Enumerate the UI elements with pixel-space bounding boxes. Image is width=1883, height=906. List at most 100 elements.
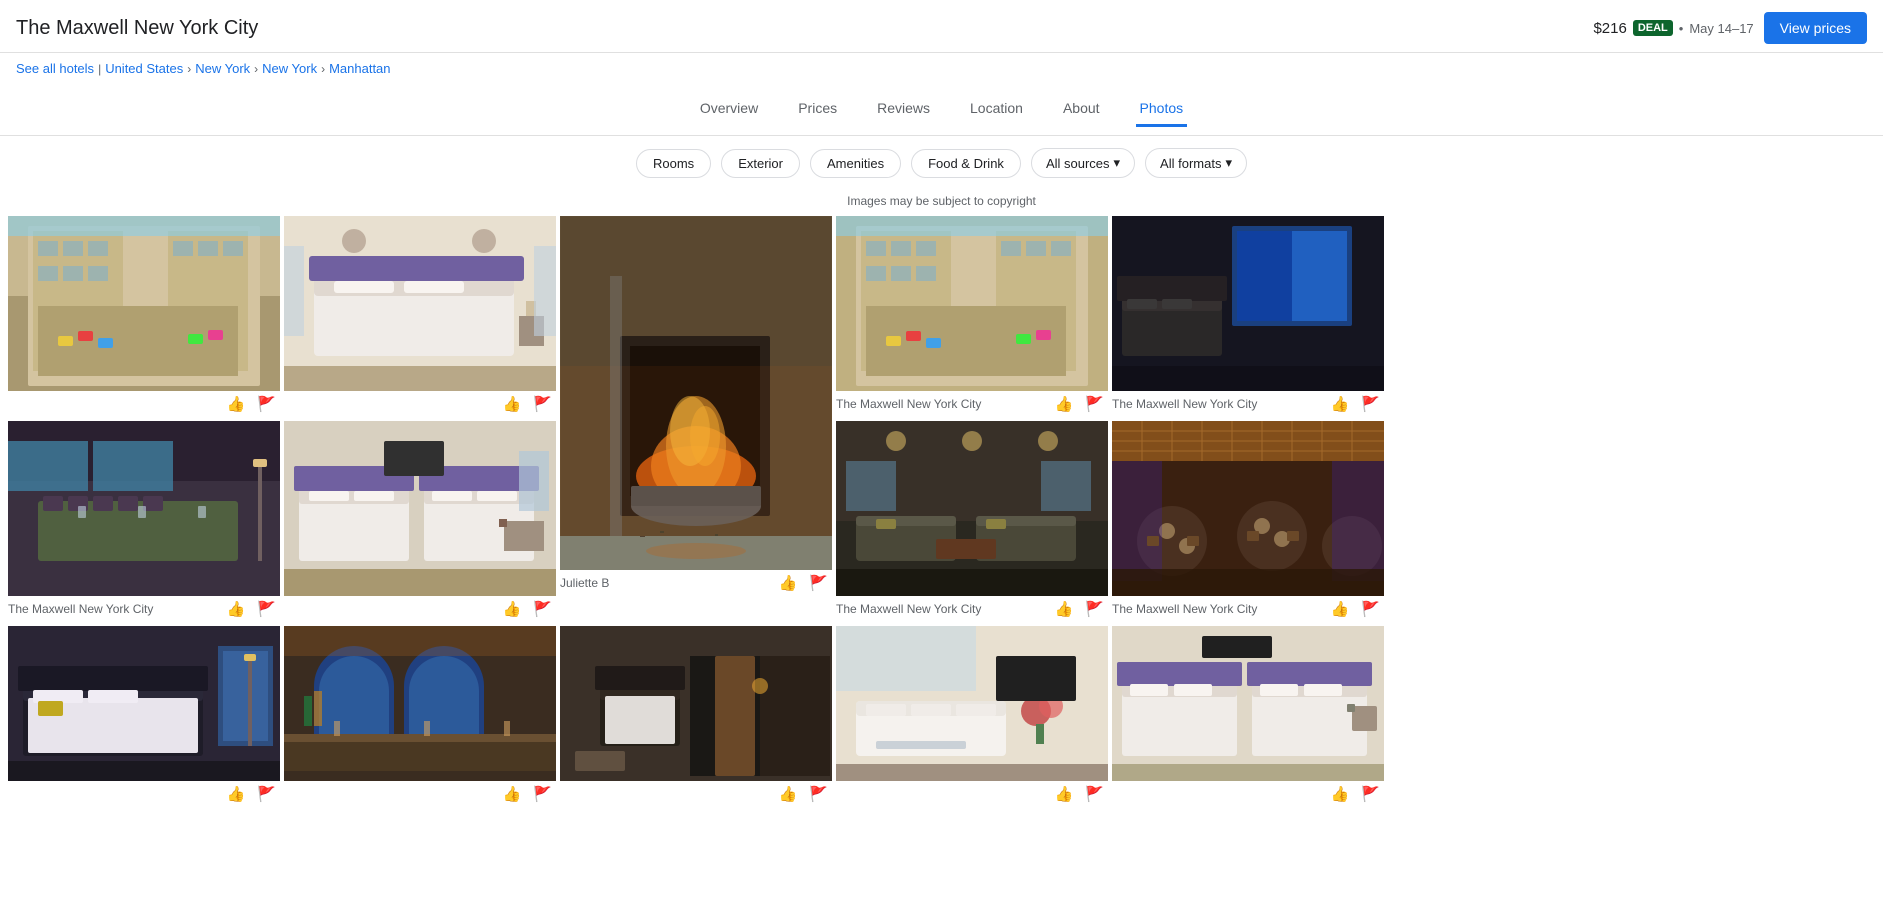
photo-item[interactable] [284, 626, 556, 781]
all-sources-dropdown[interactable]: All sources ▾ [1031, 148, 1135, 178]
photo-item[interactable] [284, 216, 556, 391]
like-button[interactable]: 👍 [1051, 393, 1078, 415]
breadcrumb-new-york-state[interactable]: New York [195, 61, 250, 76]
tab-photos[interactable]: Photos [1136, 92, 1188, 127]
below-actions: 👍 🚩 [560, 781, 832, 807]
action-buttons: 👍 🚩 [499, 783, 556, 805]
like-button[interactable]: 👍 [1327, 393, 1354, 415]
breadcrumb-all-hotels[interactable]: See all hotels [16, 61, 94, 76]
tab-reviews[interactable]: Reviews [873, 92, 934, 127]
like-button[interactable]: 👍 [223, 783, 250, 805]
breadcrumb: See all hotels | United States › New Yor… [0, 53, 1883, 84]
action-buttons: 👍 🚩 [1327, 393, 1384, 415]
photos-container: 👍 🚩 [0, 216, 1883, 811]
photo-card: The Maxwell New York City 👍 🚩 [836, 421, 1108, 622]
photo-item[interactable] [8, 626, 280, 781]
like-button[interactable]: 👍 [1051, 783, 1078, 805]
action-buttons: 👍 🚩 [223, 393, 280, 415]
action-buttons: 👍 🚩 [775, 572, 832, 594]
like-button[interactable]: 👍 [223, 598, 250, 620]
page-header: The Maxwell New York City $216 DEAL • Ma… [0, 0, 1883, 53]
price-block: $216 DEAL • May 14–17 [1593, 20, 1753, 37]
flag-button[interactable]: 🚩 [253, 783, 280, 805]
breadcrumb-new-york-city[interactable]: New York [262, 61, 317, 76]
like-button[interactable]: 👍 [775, 783, 802, 805]
photo-card: 👍 🚩 [8, 626, 280, 807]
photo-item[interactable] [1112, 216, 1384, 391]
dot-separator: • [1679, 21, 1684, 36]
below-actions: 👍 🚩 [284, 391, 556, 417]
action-buttons: 👍 🚩 [1327, 598, 1384, 620]
flag-button[interactable]: 🚩 [1357, 393, 1384, 415]
like-button[interactable]: 👍 [775, 572, 802, 594]
photo-item[interactable] [284, 421, 556, 596]
like-button[interactable]: 👍 [499, 598, 526, 620]
photo-card: The Maxwell New York City 👍 🚩 [8, 421, 280, 622]
photo-item[interactable] [8, 216, 280, 391]
flag-button[interactable]: 🚩 [805, 572, 832, 594]
filter-exterior[interactable]: Exterior [721, 149, 800, 178]
like-button[interactable]: 👍 [1327, 598, 1354, 620]
flag-button[interactable]: 🚩 [1081, 393, 1108, 415]
photo-item[interactable] [1112, 626, 1384, 781]
action-buttons: 👍 🚩 [1051, 783, 1108, 805]
tab-prices[interactable]: Prices [794, 92, 841, 127]
filter-bar: Rooms Exterior Amenities Food & Drink Al… [0, 136, 1883, 190]
below-actions: The Maxwell New York City 👍 🚩 [1112, 391, 1384, 417]
flag-button[interactable]: 🚩 [1357, 598, 1384, 620]
flag-button[interactable]: 🚩 [805, 783, 832, 805]
breadcrumb-arrow2: › [254, 62, 258, 76]
photo-card: 👍 🚩 [8, 216, 280, 417]
tab-overview[interactable]: Overview [696, 92, 762, 127]
photo-item[interactable] [1112, 421, 1384, 596]
below-actions: The Maxwell New York City 👍 🚩 [836, 391, 1108, 417]
photo-source: Juliette B [560, 576, 609, 590]
photo-item[interactable] [8, 421, 280, 596]
like-button[interactable]: 👍 [1327, 783, 1354, 805]
photo-item[interactable] [836, 216, 1108, 391]
action-buttons: 👍 🚩 [1327, 783, 1384, 805]
below-actions: 👍 🚩 [8, 781, 280, 807]
photo-card: The Maxwell New York City 👍 🚩 [1112, 216, 1384, 417]
photo-item[interactable] [560, 626, 832, 781]
filter-rooms[interactable]: Rooms [636, 149, 711, 178]
photo-card: 👍 🚩 [284, 626, 556, 807]
photo-item-tall[interactable] [560, 216, 832, 570]
breadcrumb-united-states[interactable]: United States [105, 61, 183, 76]
like-button[interactable]: 👍 [499, 393, 526, 415]
flag-button[interactable]: 🚩 [529, 598, 556, 620]
filter-food-drink[interactable]: Food & Drink [911, 149, 1021, 178]
view-prices-button[interactable]: View prices [1764, 12, 1867, 44]
breadcrumb-manhattan[interactable]: Manhattan [329, 61, 390, 76]
photo-item[interactable] [836, 626, 1108, 781]
flag-button[interactable]: 🚩 [1357, 783, 1384, 805]
below-actions: The Maxwell New York City 👍 🚩 [1112, 596, 1384, 622]
chevron-down-icon: ▾ [1114, 155, 1121, 171]
photo-item[interactable] [836, 421, 1108, 596]
below-actions: 👍 🚩 [284, 596, 556, 622]
below-actions: The Maxwell New York City 👍 🚩 [836, 596, 1108, 622]
flag-button[interactable]: 🚩 [253, 598, 280, 620]
action-buttons: 👍 🚩 [223, 783, 280, 805]
flag-button[interactable]: 🚩 [529, 783, 556, 805]
photo-source: The Maxwell New York City [8, 602, 153, 616]
flag-button[interactable]: 🚩 [1081, 598, 1108, 620]
filter-amenities[interactable]: Amenities [810, 149, 901, 178]
photo-source: The Maxwell New York City [1112, 397, 1257, 411]
hotel-title: The Maxwell New York City [16, 17, 258, 40]
like-button[interactable]: 👍 [1051, 598, 1078, 620]
flag-button[interactable]: 🚩 [1081, 783, 1108, 805]
action-buttons: 👍 🚩 [499, 598, 556, 620]
below-actions: 👍 🚩 [8, 391, 280, 417]
all-formats-dropdown[interactable]: All formats ▾ [1145, 148, 1247, 178]
photo-card: 👍 🚩 [284, 216, 556, 417]
like-button[interactable]: 👍 [499, 783, 526, 805]
like-button[interactable]: 👍 [223, 393, 250, 415]
photo-card: 👍 🚩 [284, 421, 556, 622]
photo-card: The Maxwell New York City 👍 🚩 [1112, 421, 1384, 622]
tab-location[interactable]: Location [966, 92, 1027, 127]
tab-about[interactable]: About [1059, 92, 1104, 127]
action-buttons: 👍 🚩 [223, 598, 280, 620]
flag-button[interactable]: 🚩 [253, 393, 280, 415]
flag-button[interactable]: 🚩 [529, 393, 556, 415]
